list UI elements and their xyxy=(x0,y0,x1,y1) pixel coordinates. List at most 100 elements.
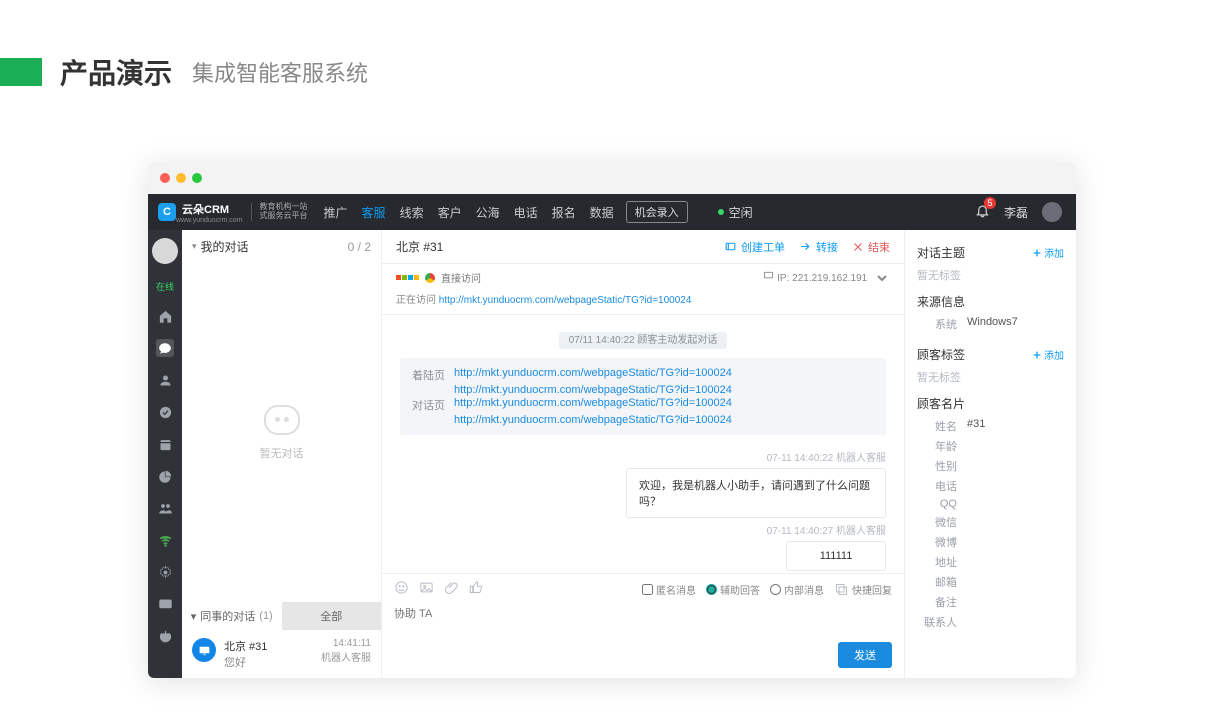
sys-value: Windows7 xyxy=(967,316,1018,332)
opt-assist[interactable]: 辅助回答 xyxy=(706,582,760,597)
landing-label: 着陆页 xyxy=(412,367,448,383)
message-bubble-2: 111111 xyxy=(786,541,886,571)
field-name-v: #31 xyxy=(967,418,985,434)
field-phone-k: 电话 xyxy=(917,478,957,494)
emoji-icon[interactable] xyxy=(394,580,409,598)
record-button[interactable]: 机会录入 xyxy=(626,201,688,223)
chat-scroll[interactable]: 07/11 14:40:22 顾客主动发起对话 着陆页 http://mkt.yu… xyxy=(382,315,904,573)
talk-url-1[interactable]: http://mkt.yunduocrm.com/webpageStatic/T… xyxy=(454,397,732,413)
check-circle-icon[interactable] xyxy=(156,403,174,421)
end-label: 结束 xyxy=(868,239,890,255)
system-pill: 07/11 14:40:22 顾客主动发起对话 xyxy=(400,331,886,346)
sys-key: 系统 xyxy=(917,316,957,332)
field-weibo-k: 微博 xyxy=(917,534,957,550)
talk-label: 对话页 xyxy=(412,397,448,413)
user-avatar[interactable] xyxy=(1042,202,1062,222)
opt-internal[interactable]: 内部消息 xyxy=(770,582,824,597)
traffic-light-max[interactable] xyxy=(192,173,202,183)
thumbs-up-icon[interactable] xyxy=(469,580,484,598)
nav-item-leads[interactable]: 线索 xyxy=(400,204,424,221)
nav-item-phone[interactable]: 电话 xyxy=(514,204,538,221)
source-label: 来源信息 xyxy=(917,293,965,310)
transfer-button[interactable]: 转接 xyxy=(799,239,838,255)
my-convs-header[interactable]: ▾ 我的对话 0 / 2 xyxy=(182,230,381,263)
brand-domain: www.yunduocrm.com xyxy=(176,217,243,224)
chrome-icon xyxy=(425,273,435,283)
nav-item-service[interactable]: 客服 xyxy=(362,204,386,221)
slide-subtitle: 集成智能客服系统 xyxy=(192,56,368,88)
traffic-light-min[interactable] xyxy=(176,173,186,183)
pie-icon[interactable] xyxy=(156,467,174,485)
quick-reply-button[interactable]: 快捷回复 xyxy=(834,582,892,597)
top-nav: C 云朵CRM www.yunduocrm.com 教育机构一站 式服务云平台 … xyxy=(148,194,1076,230)
nav-item-pool[interactable]: 公海 xyxy=(476,204,500,221)
status-label: 空闲 xyxy=(729,204,753,221)
chat-main: 北京 #31 创建工单 转接 结束 xyxy=(382,230,904,678)
ip-block: IP: 221.219.162.191 xyxy=(763,270,890,285)
create-order-button[interactable]: 创建工单 xyxy=(724,239,785,255)
group-icon[interactable] xyxy=(156,499,174,517)
bell-badge: 5 xyxy=(984,197,996,209)
plus-icon xyxy=(1032,248,1042,258)
person-icon[interactable] xyxy=(156,371,174,389)
tag-empty: 暂无标签 xyxy=(917,369,1064,385)
conv-source: 机器人客服 xyxy=(321,649,371,664)
status-dot-icon xyxy=(718,209,724,215)
card-label: 顾客名片 xyxy=(917,395,965,412)
message-icon[interactable] xyxy=(156,595,174,613)
status-indicator[interactable]: 空闲 xyxy=(718,204,753,221)
nav-item-promotion[interactable]: 推广 xyxy=(324,204,348,221)
nav-item-signup[interactable]: 报名 xyxy=(552,204,576,221)
power-icon[interactable] xyxy=(156,627,174,645)
rail-online-label: 在线 xyxy=(156,280,174,293)
url-block: 着陆页 http://mkt.yunduocrm.com/webpageStati… xyxy=(400,358,886,435)
message-bubble-1: 欢迎，我是机器人小助手，请问遇到了什么问题吗？ xyxy=(626,468,886,518)
nav-item-data[interactable]: 数据 xyxy=(590,204,614,221)
cust-tag-label: 顾客标签 xyxy=(917,346,965,363)
landing-url-2[interactable]: http://mkt.yunduocrm.com/webpageStatic/T… xyxy=(454,384,732,396)
create-order-label: 创建工单 xyxy=(741,239,785,255)
brand-logo[interactable]: C 云朵CRM www.yunduocrm.com 教育机构一站 式服务云平台 xyxy=(158,201,308,224)
calendar-icon[interactable] xyxy=(156,435,174,453)
home-icon[interactable] xyxy=(156,307,174,325)
chevron-down-icon: ▾ xyxy=(192,241,197,252)
tab-all[interactable]: 全部 xyxy=(282,602,382,630)
colleague-convs-header[interactable]: ▾ 同事的对话 (1) xyxy=(182,602,282,630)
nav-item-customers[interactable]: 客户 xyxy=(438,204,462,221)
empty-face-icon xyxy=(264,405,300,435)
rail-avatar[interactable] xyxy=(152,238,178,264)
conv-title: 北京 #31 xyxy=(224,638,313,654)
attach-icon[interactable] xyxy=(444,580,459,598)
image-icon[interactable] xyxy=(419,580,434,598)
colleague-convs-count: (1) xyxy=(259,610,272,622)
send-button[interactable]: 发送 xyxy=(838,642,892,668)
add-topic-button[interactable]: 添加 xyxy=(1032,245,1064,260)
conversation-item[interactable]: 北京 #31 您好 14:41:11 机器人客服 xyxy=(182,630,381,678)
visiting-url[interactable]: http://mkt.yunduocrm.com/webpageStatic/T… xyxy=(439,295,692,306)
close-icon xyxy=(852,241,864,253)
talk-url-2[interactable]: http://mkt.yunduocrm.com/webpageStatic/T… xyxy=(454,414,732,426)
visiting-row: 正在访问 http://mkt.yunduocrm.com/webpageSta… xyxy=(382,289,904,315)
layers-icon xyxy=(834,582,849,597)
field-qq-k: QQ xyxy=(917,498,957,510)
end-button[interactable]: 结束 xyxy=(852,239,890,255)
chat-icon[interactable] xyxy=(156,339,174,357)
wifi-icon[interactable] xyxy=(156,531,174,549)
field-contact-k: 联系人 xyxy=(917,614,957,630)
user-name[interactable]: 李磊 xyxy=(1004,204,1028,221)
empty-state: 暂无对话 xyxy=(182,263,381,602)
monitor-small-icon xyxy=(763,270,774,281)
field-note-k: 备注 xyxy=(917,594,957,610)
windows-icon xyxy=(396,275,419,280)
bell-button[interactable]: 5 xyxy=(975,203,990,221)
add-tag-button[interactable]: 添加 xyxy=(1032,347,1064,362)
landing-url-1[interactable]: http://mkt.yunduocrm.com/webpageStatic/T… xyxy=(454,367,732,383)
monitor-icon xyxy=(192,638,216,662)
ip-dropdown[interactable] xyxy=(870,272,890,285)
traffic-light-close[interactable] xyxy=(160,173,170,183)
field-addr-k: 地址 xyxy=(917,554,957,570)
opt-anonymous[interactable]: 匿名消息 xyxy=(642,582,696,597)
gear-icon[interactable] xyxy=(156,563,174,581)
field-age-k: 年龄 xyxy=(917,438,957,454)
message-input[interactable] xyxy=(394,608,892,620)
